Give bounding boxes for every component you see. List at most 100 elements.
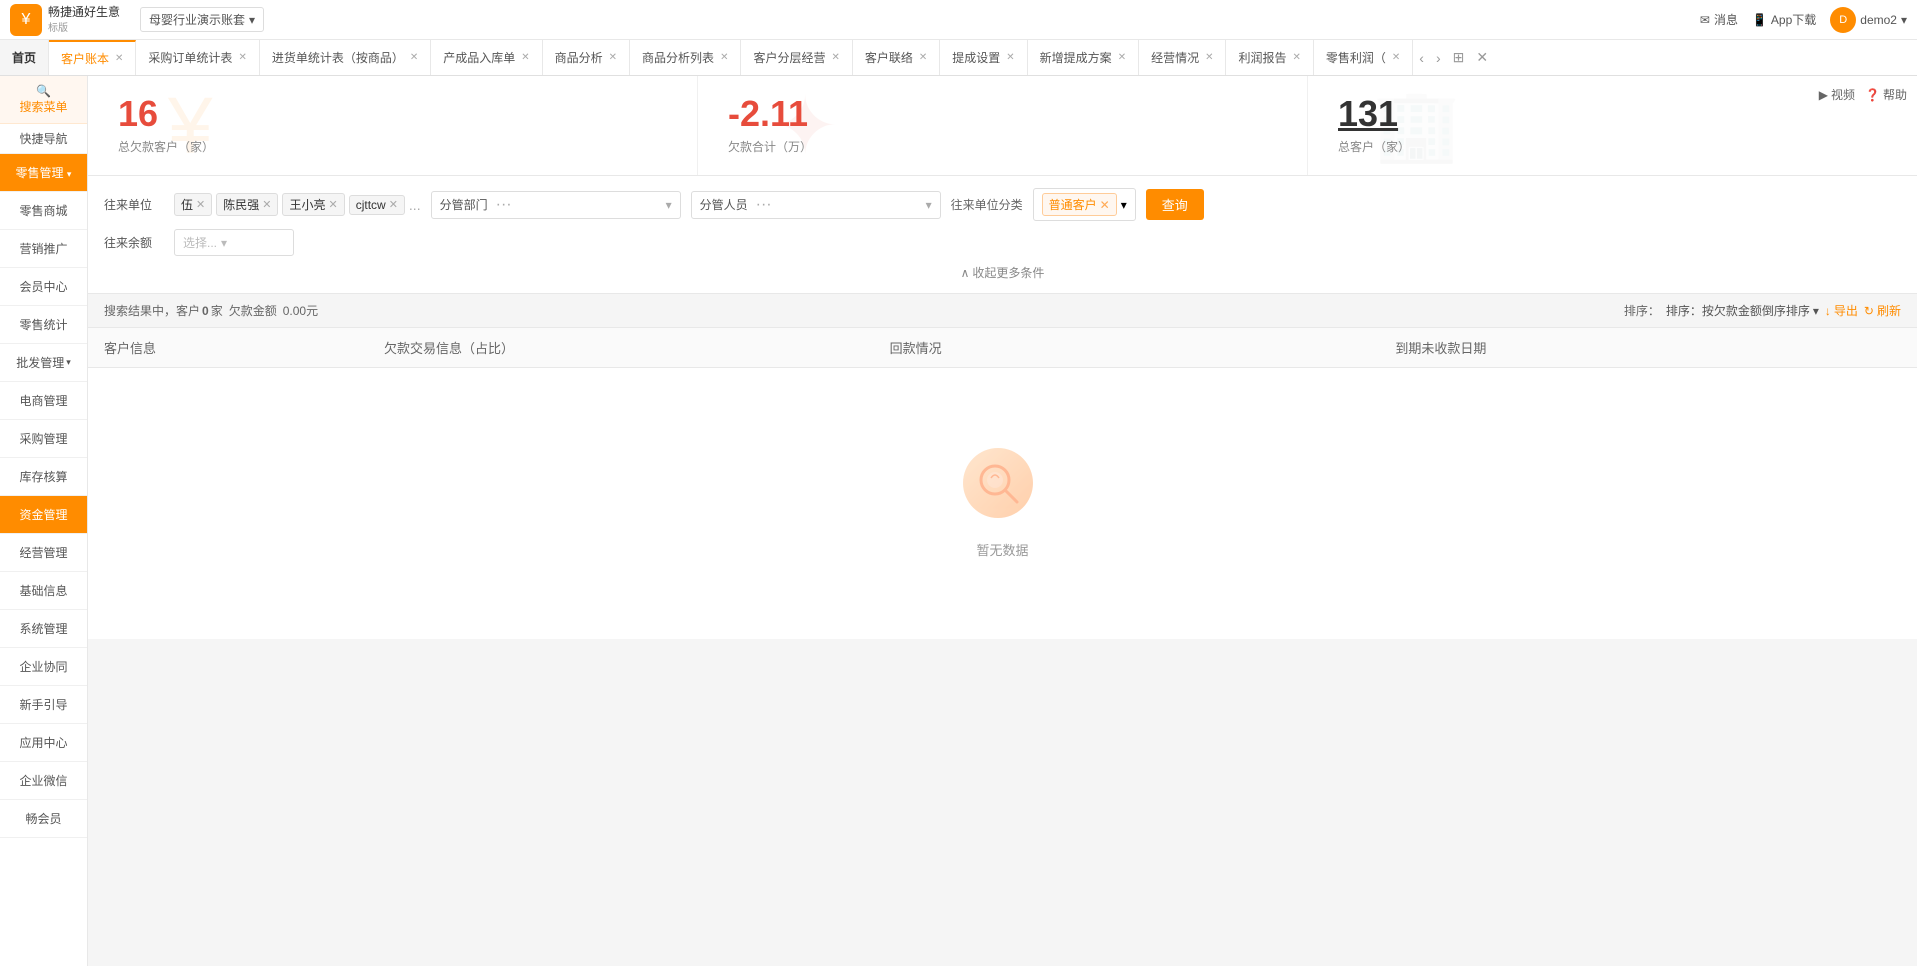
stats-total-debt-customers: 16 总欠款客户（家） (88, 76, 698, 175)
close-icon[interactable]: ✕ (1118, 52, 1126, 63)
tab-customer-contact[interactable]: 客户联络 ✕ (853, 40, 940, 76)
empty-icon (963, 448, 1043, 528)
workspace-selector[interactable]: 母婴行业演示账套 ▾ (140, 7, 264, 32)
debt-total-value: -2.11 (728, 96, 808, 132)
filter-row-2: 往来余额 选择... ▾ (104, 229, 1901, 256)
sidebar-item-vip[interactable]: 畅会员 (0, 800, 87, 838)
tab-product-analysis[interactable]: 商品分析 ✕ (543, 40, 630, 76)
tab-home[interactable]: 首页 (0, 40, 49, 76)
collapse-button[interactable]: ∧ 收起更多条件 (961, 264, 1045, 281)
table-header: 客户信息 欠款交易信息（占比） 回款情况 到期未收款日期 (88, 328, 1917, 368)
class-tag-ordinary: 普通客户 ✕ (1042, 193, 1117, 216)
remove-tag-wang[interactable]: ✕ (328, 198, 337, 211)
tab-product-analysis-list[interactable]: 商品分析列表 ✕ (630, 40, 741, 76)
close-icon[interactable]: ✕ (410, 52, 418, 63)
balance-placeholder: 选择... (183, 234, 217, 251)
tab-retail-profit[interactable]: 零售利润（ ✕ (1314, 40, 1413, 76)
class-filter-select[interactable]: 普通客户 ✕ ▾ (1033, 188, 1136, 221)
tab-profit-report[interactable]: 利润报告 ✕ (1226, 40, 1313, 76)
sidebar-item-ecommerce[interactable]: 电商管理 (0, 382, 87, 420)
remove-tag-cjttcw[interactable]: ✕ (389, 198, 398, 211)
close-icon[interactable]: ✕ (609, 52, 617, 63)
user-menu[interactable]: D demo2 ▾ (1830, 7, 1907, 33)
tab-proposal-settings[interactable]: 提成设置 ✕ (940, 40, 1027, 76)
customer-unit: 家 (211, 302, 223, 319)
tab-prev-btn[interactable]: ‹ (1413, 40, 1430, 76)
remove-tag-chen[interactable]: ✕ (262, 198, 271, 211)
close-icon[interactable]: ✕ (1392, 52, 1400, 63)
sidebar-item-app-center[interactable]: 应用中心 (0, 724, 87, 762)
close-icon[interactable]: ✕ (831, 52, 839, 63)
export-btn[interactable]: ↓ 导出 (1825, 302, 1858, 319)
filter-more-tags[interactable]: ... (409, 197, 421, 213)
tag-text: 陈民强 (223, 196, 259, 213)
refresh-btn[interactable]: ↻ 刷新 (1864, 302, 1901, 319)
sort-select[interactable]: 排序：按欠款金额倒序排序 ▾ (1666, 302, 1819, 319)
balance-filter-select[interactable]: 选择... ▾ (174, 229, 294, 256)
person-filter-select[interactable]: 分管人员 ··· ▾ (691, 191, 941, 219)
col-customer-info: 客户信息 (104, 338, 384, 357)
chevron-down-icon: ▾ (221, 236, 227, 250)
sidebar-item-wholesale[interactable]: 批发管理 ▾ (0, 344, 87, 382)
sidebar-item-operations-mgmt[interactable]: 经营管理 (0, 534, 87, 572)
sidebar-item-purchase[interactable]: 采购管理 (0, 420, 87, 458)
sidebar-item-label: 电商管理 (19, 394, 67, 408)
close-icon[interactable]: ✕ (1205, 52, 1213, 63)
sidebar-item-basic-info[interactable]: 基础信息 (0, 572, 87, 610)
sidebar-search[interactable]: 🔍 搜索菜单 (0, 76, 87, 124)
total-customers-value: 131 (1338, 96, 1398, 132)
stats-debt-total: -2.11 欠款合计（万） (698, 76, 1308, 175)
close-icon[interactable]: ✕ (919, 52, 927, 63)
close-icon[interactable]: ✕ (521, 52, 529, 63)
person-dots[interactable]: ··· (756, 196, 772, 214)
dept-dots[interactable]: ··· (496, 196, 512, 214)
sidebar-item-guide[interactable]: 新手引导 (0, 686, 87, 724)
remove-tag-wu[interactable]: ✕ (196, 198, 205, 211)
sidebar-item-finance[interactable]: 资金管理 (0, 496, 87, 534)
tab-expand-btn[interactable]: ⊞ (1447, 40, 1471, 76)
sidebar: 🔍 搜索菜单 快捷导航 零售管理 ▾ 零售商城 营销推广 会员中心 零售统计 批… (0, 76, 88, 966)
dept-filter-select[interactable]: 分管部门 ··· ▾ (431, 191, 681, 219)
sidebar-item-wechat[interactable]: 企业微信 (0, 762, 87, 800)
close-icon[interactable]: ✕ (720, 52, 728, 63)
sidebar-item-retail[interactable]: 零售管理 ▾ (0, 154, 87, 192)
close-icon[interactable]: ✕ (115, 53, 123, 64)
sidebar-item-enterprise[interactable]: 企业协同 (0, 648, 87, 686)
debt-amount-value: 0.00 (283, 304, 306, 318)
sidebar-item-system[interactable]: 系统管理 (0, 610, 87, 648)
close-icon[interactable]: ✕ (1293, 52, 1301, 63)
class-tag-text: 普通客户 (1049, 196, 1097, 213)
close-icon[interactable]: ✕ (1006, 52, 1014, 63)
avatar: D (1830, 7, 1856, 33)
sidebar-item-marketing[interactable]: 营销推广 (0, 230, 87, 268)
sidebar-quick-nav[interactable]: 快捷导航 (0, 124, 87, 154)
sidebar-item-member[interactable]: 会员中心 (0, 268, 87, 306)
sidebar-quick-nav-label: 快捷导航 (19, 132, 67, 146)
unit-filter-label: 往来单位 (104, 196, 164, 213)
remove-class-tag[interactable]: ✕ (1100, 198, 1110, 212)
close-icon[interactable]: ✕ (238, 52, 246, 63)
tab-new-proposal[interactable]: 新增提成方案 ✕ (1028, 40, 1139, 76)
sidebar-search-label: 搜索菜单 (19, 100, 67, 114)
query-button[interactable]: 查询 (1146, 189, 1204, 220)
tab-customer-segment[interactable]: 客户分层经营 ✕ (741, 40, 852, 76)
filter-tags: 伍 ✕ 陈民强 ✕ 王小亮 ✕ cjttcw ✕ ... (174, 193, 421, 216)
sidebar-item-retail-mall[interactable]: 零售商城 (0, 192, 87, 230)
sidebar-item-inventory[interactable]: 库存核算 (0, 458, 87, 496)
tab-purchase-orders[interactable]: 采购订单统计表 ✕ (136, 40, 259, 76)
app-download-btn[interactable]: 📱 App下载 (1752, 11, 1816, 28)
tab-stock-in[interactable]: 进货单统计表（按商品） ✕ (260, 40, 431, 76)
refresh-label: 刷新 (1877, 302, 1901, 319)
tab-customers[interactable]: 客户账本 ✕ (49, 40, 136, 76)
total-customers-label: 总客户（家） (1338, 138, 1410, 155)
sidebar-item-retail-stats[interactable]: 零售统计 (0, 306, 87, 344)
tab-operations[interactable]: 经营情况 ✕ (1139, 40, 1226, 76)
home-tab-label: 首页 (12, 49, 36, 66)
messages-btn[interactable]: ✉ 消息 (1700, 11, 1738, 28)
tab-next-btn[interactable]: › (1430, 40, 1447, 76)
tab-product-stock[interactable]: 产成品入库单 ✕ (431, 40, 542, 76)
chevron-down-icon: ▾ (1813, 304, 1819, 318)
logo-sub: 标版 (48, 19, 120, 34)
filter-area: 往来单位 伍 ✕ 陈民强 ✕ 王小亮 ✕ cjttcw (88, 176, 1917, 294)
tab-close-all-btn[interactable]: ✕ (1470, 40, 1494, 76)
